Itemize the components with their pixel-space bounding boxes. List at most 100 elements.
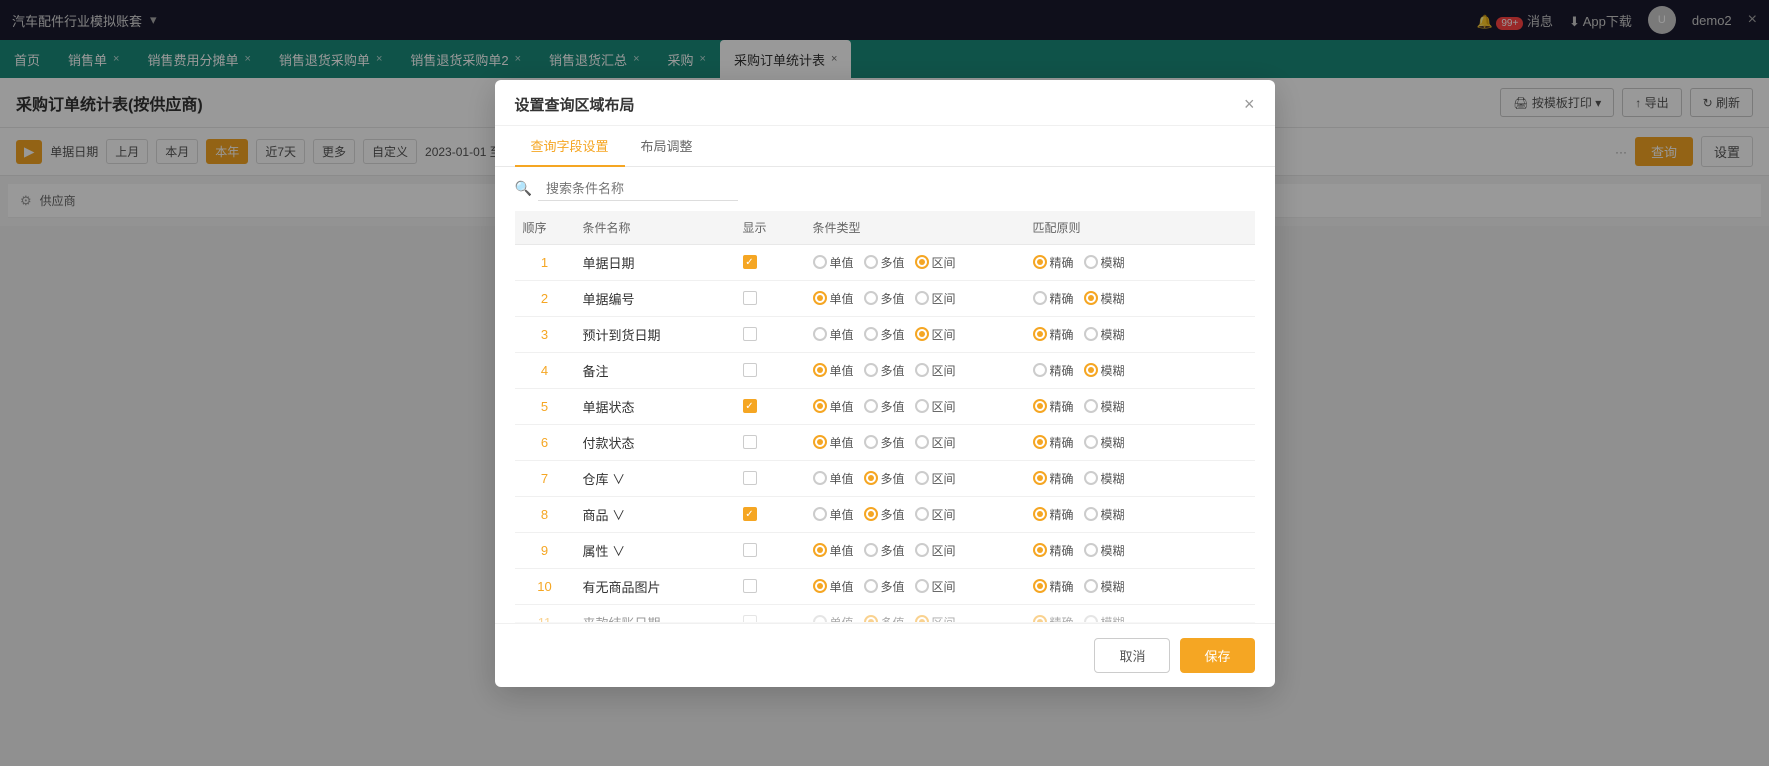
radio-exact-8[interactable]: 精确: [1033, 506, 1074, 523]
radio-range-7[interactable]: 区间: [915, 470, 956, 487]
radio-exact-11[interactable]: 精确: [1033, 614, 1074, 623]
radio-single-6[interactable]: 单值: [813, 434, 854, 451]
radio-multi-5[interactable]: 多值: [864, 398, 905, 415]
radio-single-1[interactable]: 单值: [813, 254, 854, 271]
radio-range-1[interactable]: 区间: [915, 254, 956, 271]
row-order-8: 8: [515, 507, 575, 522]
table-row: 7 仓库 ∨ 单值 多值 区间 精确 模糊: [515, 461, 1255, 497]
cancel-button[interactable]: 取消: [1094, 638, 1170, 673]
radio-multi-11[interactable]: 多值: [864, 614, 905, 623]
checkbox-8[interactable]: [743, 507, 757, 521]
row-show-7[interactable]: [735, 471, 805, 485]
radio-multi-2[interactable]: 多值: [864, 290, 905, 307]
checkbox-2[interactable]: [743, 291, 757, 305]
checkbox-4[interactable]: [743, 363, 757, 377]
radio-fuzzy-5[interactable]: 模糊: [1084, 398, 1125, 415]
radio-single-10[interactable]: 单值: [813, 578, 854, 595]
checkbox-6[interactable]: [743, 435, 757, 449]
radio-exact-9[interactable]: 精确: [1033, 542, 1074, 559]
radio-multi-6[interactable]: 多值: [864, 434, 905, 451]
row-show-11[interactable]: [735, 615, 805, 623]
radio-single-11[interactable]: 单值: [813, 614, 854, 623]
radio-exact-6[interactable]: 精确: [1033, 434, 1074, 451]
radio-fuzzy-8[interactable]: 模糊: [1084, 506, 1125, 523]
row-type-4: 单值 多值 区间: [805, 362, 1025, 379]
dialog-table: 顺序 条件名称 显示 条件类型 匹配原则 1 单据日期 单值 多值 区间: [515, 211, 1255, 623]
radio-range-6[interactable]: 区间: [915, 434, 956, 451]
radio-fuzzy-1[interactable]: 模糊: [1084, 254, 1125, 271]
radio-multi-9[interactable]: 多值: [864, 542, 905, 559]
radio-multi-7[interactable]: 多值: [864, 470, 905, 487]
table-row: 4 备注 单值 多值 区间 精确 模糊: [515, 353, 1255, 389]
radio-range-8[interactable]: 区间: [915, 506, 956, 523]
th-show: 显示: [735, 219, 805, 236]
checkbox-10[interactable]: [743, 579, 757, 593]
checkbox-7[interactable]: [743, 471, 757, 485]
row-show-1[interactable]: [735, 255, 805, 269]
row-match-1: 精确 模糊: [1025, 254, 1225, 271]
radio-range-3[interactable]: 区间: [915, 326, 956, 343]
radio-range-9[interactable]: 区间: [915, 542, 956, 559]
dialog-close-button[interactable]: ×: [1244, 95, 1255, 113]
row-show-3[interactable]: [735, 327, 805, 341]
radio-fuzzy-10[interactable]: 模糊: [1084, 578, 1125, 595]
radio-single-8[interactable]: 单值: [813, 506, 854, 523]
radio-single-5[interactable]: 单值: [813, 398, 854, 415]
radio-fuzzy-2[interactable]: 模糊: [1084, 290, 1125, 307]
dialog-header: 设置查询区域布局 ×: [495, 80, 1275, 126]
radio-exact-5[interactable]: 精确: [1033, 398, 1074, 415]
radio-fuzzy-9[interactable]: 模糊: [1084, 542, 1125, 559]
checkbox-5[interactable]: [743, 399, 757, 413]
radio-fuzzy-6[interactable]: 模糊: [1084, 434, 1125, 451]
row-show-9[interactable]: [735, 543, 805, 557]
radio-range-10[interactable]: 区间: [915, 578, 956, 595]
checkbox-9[interactable]: [743, 543, 757, 557]
radio-single-9[interactable]: 单值: [813, 542, 854, 559]
radio-multi-3[interactable]: 多值: [864, 326, 905, 343]
radio-fuzzy-4[interactable]: 模糊: [1084, 362, 1125, 379]
row-show-5[interactable]: [735, 399, 805, 413]
radio-single-2[interactable]: 单值: [813, 290, 854, 307]
radio-fuzzy-11[interactable]: 模糊: [1084, 614, 1125, 623]
checkbox-11[interactable]: [743, 615, 757, 623]
row-match-11: 精确 模糊: [1025, 614, 1225, 623]
radio-exact-3[interactable]: 精确: [1033, 326, 1074, 343]
radio-range-4[interactable]: 区间: [915, 362, 956, 379]
row-name-5: 单据状态: [575, 397, 735, 416]
radio-exact-4[interactable]: 精确: [1033, 362, 1074, 379]
radio-multi-4[interactable]: 多值: [864, 362, 905, 379]
radio-range-11[interactable]: 区间: [915, 614, 956, 623]
row-type-9: 单值 多值 区间: [805, 542, 1025, 559]
radio-exact-1[interactable]: 精确: [1033, 254, 1074, 271]
tab-layout[interactable]: 布局调整: [625, 126, 709, 167]
row-type-2: 单值 多值 区间: [805, 290, 1025, 307]
table-row: 9 属性 ∨ 单值 多值 区间 精确 模糊: [515, 533, 1255, 569]
row-name-4: 备注: [575, 361, 735, 380]
row-show-6[interactable]: [735, 435, 805, 449]
checkbox-3[interactable]: [743, 327, 757, 341]
radio-exact-10[interactable]: 精确: [1033, 578, 1074, 595]
radio-range-2[interactable]: 区间: [915, 290, 956, 307]
table-row: 3 预计到货日期 单值 多值 区间 精确 模糊: [515, 317, 1255, 353]
radio-single-4[interactable]: 单值: [813, 362, 854, 379]
radio-fuzzy-3[interactable]: 模糊: [1084, 326, 1125, 343]
radio-multi-1[interactable]: 多值: [864, 254, 905, 271]
row-show-2[interactable]: [735, 291, 805, 305]
checkbox-1[interactable]: [743, 255, 757, 269]
radio-exact-2[interactable]: 精确: [1033, 290, 1074, 307]
tab-query-fields[interactable]: 查询字段设置: [515, 126, 625, 167]
row-type-8: 单值 多值 区间: [805, 506, 1025, 523]
radio-multi-10[interactable]: 多值: [864, 578, 905, 595]
save-button[interactable]: 保存: [1180, 638, 1254, 673]
search-input[interactable]: [538, 177, 738, 201]
radio-single-7[interactable]: 单值: [813, 470, 854, 487]
radio-fuzzy-7[interactable]: 模糊: [1084, 470, 1125, 487]
radio-exact-7[interactable]: 精确: [1033, 470, 1074, 487]
radio-single-3[interactable]: 单值: [813, 326, 854, 343]
row-show-4[interactable]: [735, 363, 805, 377]
radio-multi-8[interactable]: 多值: [864, 506, 905, 523]
radio-range-5[interactable]: 区间: [915, 398, 956, 415]
row-show-8[interactable]: [735, 507, 805, 521]
row-show-10[interactable]: [735, 579, 805, 593]
row-order-7: 7: [515, 471, 575, 486]
